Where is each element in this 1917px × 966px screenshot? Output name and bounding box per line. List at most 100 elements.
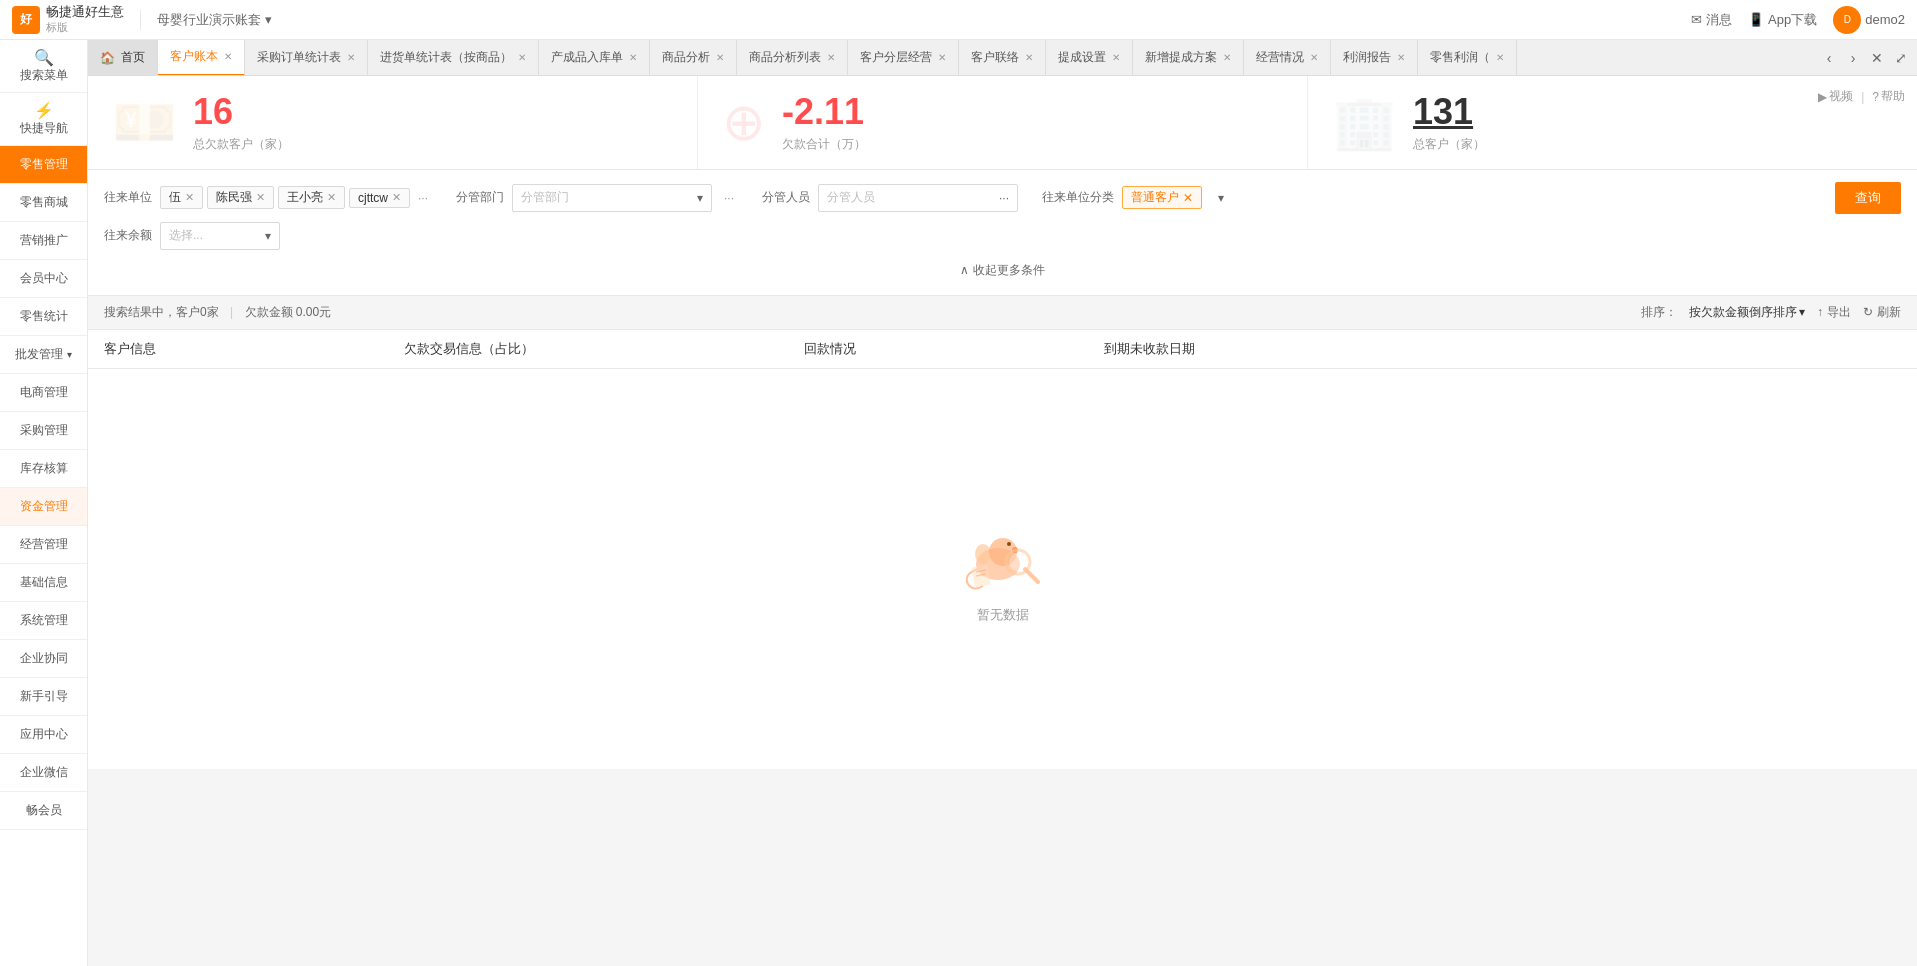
- sidebar-item-label: 应用中心: [4, 726, 83, 743]
- tab-label: 产成品入库单: [551, 49, 623, 66]
- user-menu[interactable]: D demo2: [1833, 6, 1905, 34]
- filter-tag-close-cjttcw[interactable]: ✕: [392, 191, 401, 204]
- tab-close-icon[interactable]: ✕: [1223, 52, 1231, 63]
- tab-close-icon[interactable]: ✕: [518, 52, 526, 63]
- play-icon: ▶: [1818, 90, 1827, 104]
- sidebar-item-system[interactable]: 系统管理: [0, 602, 87, 640]
- sidebar-search-menu[interactable]: 🔍 搜索菜单: [0, 40, 87, 93]
- tab-expand-btn[interactable]: ⤢: [1891, 48, 1911, 68]
- sidebar-item-basic-info[interactable]: 基础信息: [0, 564, 87, 602]
- filter-tag-close-wu[interactable]: ✕: [185, 191, 194, 204]
- tab-close-icon[interactable]: ✕: [938, 52, 946, 63]
- dept-more-btn[interactable]: ···: [720, 189, 738, 207]
- tab-new-commission[interactable]: 新增提成方案 ✕: [1133, 40, 1244, 76]
- stat-body-debt: -2.11 欠款合计（万）: [782, 92, 866, 153]
- results-summary: 搜索结果中，客户0家 | 欠款金额 0.00元: [104, 304, 331, 321]
- sidebar-item-operations[interactable]: 经营管理: [0, 526, 87, 564]
- tab-commission-settings[interactable]: 提成设置 ✕: [1046, 40, 1133, 76]
- sidebar-item-enterprise-wechat[interactable]: 企业微信: [0, 754, 87, 792]
- tab-purchase-stats-by-product[interactable]: 进货单统计表（按商品） ✕: [368, 40, 539, 76]
- tab-close-icon[interactable]: ✕: [224, 51, 232, 62]
- stat-icon-building: 🏢: [1332, 96, 1397, 148]
- help-label: 帮助: [1881, 88, 1905, 105]
- message-btn[interactable]: ✉ 消息: [1691, 11, 1732, 29]
- sidebar-item-label: 资金管理: [4, 498, 83, 515]
- tab-customer-layered[interactable]: 客户分层经营 ✕: [848, 40, 959, 76]
- tab-scroll-right-btn[interactable]: ›: [1843, 48, 1863, 68]
- filter-area: 往来单位 伍 ✕ 陈民强 ✕ 王小亮 ✕: [88, 170, 1917, 296]
- tab-close-icon[interactable]: ✕: [1025, 52, 1033, 63]
- tab-label: 利润报告: [1343, 49, 1391, 66]
- tab-close-icon[interactable]: ✕: [716, 52, 724, 63]
- sort-select[interactable]: 按欠款金额倒序排序 ▾: [1689, 304, 1805, 321]
- logo-name: 畅捷通好生意: [46, 4, 124, 20]
- sidebar-item-app-center[interactable]: 应用中心: [0, 716, 87, 754]
- tab-scroll-left-btn[interactable]: ‹: [1819, 48, 1839, 68]
- tab-close-icon[interactable]: ✕: [827, 52, 835, 63]
- tab-close-icon[interactable]: ✕: [1112, 52, 1120, 63]
- tab-business-overview[interactable]: 经营情况 ✕: [1244, 40, 1331, 76]
- empty-text: 暂无数据: [977, 606, 1029, 624]
- filter-balance-label: 往来余额: [104, 227, 152, 244]
- stats-row: 💴 16 总欠款客户（家） ⊕ -2.11 欠款合计（万）: [88, 76, 1917, 170]
- tab-close-icon[interactable]: ✕: [1496, 52, 1504, 63]
- refresh-btn[interactable]: ↻ 刷新: [1863, 304, 1901, 321]
- tab-label: 客户分层经营: [860, 49, 932, 66]
- export-btn[interactable]: ↑ 导出: [1817, 304, 1851, 321]
- tab-product-analysis[interactable]: 商品分析 ✕: [650, 40, 737, 76]
- sidebar-item-marketing[interactable]: 营销推广: [0, 222, 87, 260]
- sidebar-item-member-center[interactable]: 会员中心: [0, 260, 87, 298]
- sidebar-item-retail-mall[interactable]: 零售商城: [0, 184, 87, 222]
- filter-tag-close-wang[interactable]: ✕: [327, 191, 336, 204]
- sidebar-item-wholesale[interactable]: 批发管理 ▾: [0, 336, 87, 374]
- app-download-btn[interactable]: 📱 App下载: [1748, 11, 1817, 29]
- logo-area: 好 畅捷通好生意 标版: [12, 4, 124, 35]
- refresh-label: 刷新: [1877, 304, 1901, 321]
- tab-customer-contact[interactable]: 客户联络 ✕: [959, 40, 1046, 76]
- tab-home[interactable]: 🏠 首页: [88, 40, 158, 76]
- tab-retail-profit[interactable]: 零售利润（ ✕: [1418, 40, 1517, 76]
- video-btn[interactable]: ▶ 视频: [1818, 88, 1853, 105]
- stat-body-debtors: 16 总欠款客户（家）: [193, 92, 289, 153]
- category-tag-close[interactable]: ✕: [1183, 191, 1193, 205]
- tab-profit-report[interactable]: 利润报告 ✕: [1331, 40, 1418, 76]
- query-button[interactable]: 查询: [1835, 182, 1901, 214]
- filter-person-select[interactable]: 分管人员 ···: [818, 184, 1018, 212]
- tab-customer-ledger[interactable]: 客户账本 ✕: [158, 40, 245, 76]
- sidebar-item-inventory[interactable]: 库存核算: [0, 450, 87, 488]
- sidebar-item-label: 营销推广: [4, 232, 83, 249]
- collapse-btn[interactable]: ∧ 收起更多条件: [104, 258, 1901, 283]
- sidebar-item-retail-stats[interactable]: 零售统计: [0, 298, 87, 336]
- col-customer-info: 客户信息: [104, 340, 404, 358]
- tab-close-icon[interactable]: ✕: [347, 52, 355, 63]
- filter-tag-value: 陈民强: [216, 189, 252, 206]
- sidebar-item-chang-member[interactable]: 畅会员: [0, 792, 87, 830]
- sidebar-item-ecommerce[interactable]: 电商管理: [0, 374, 87, 412]
- help-btn[interactable]: ? 帮助: [1872, 88, 1905, 105]
- logo-text-block: 畅捷通好生意 标版: [46, 4, 124, 35]
- more-tags-btn[interactable]: ···: [414, 189, 432, 207]
- sidebar-item-purchase[interactable]: 采购管理: [0, 412, 87, 450]
- sidebar-item-finance[interactable]: 资金管理: [0, 488, 87, 526]
- stat-label-debtors: 总欠款客户（家）: [193, 136, 289, 153]
- sidebar-quick-nav[interactable]: ⚡ 快捷导航: [0, 93, 87, 146]
- refresh-icon: ↻: [1863, 305, 1873, 319]
- industry-selector[interactable]: 母婴行业演示账套 ▾: [157, 11, 272, 29]
- filter-balance-select[interactable]: 选择... ▾: [160, 222, 280, 250]
- tab-close-icon[interactable]: ✕: [1310, 52, 1318, 63]
- filter-tag-close-chen[interactable]: ✕: [256, 191, 265, 204]
- tab-close-all-btn[interactable]: ✕: [1867, 48, 1887, 68]
- tab-close-icon[interactable]: ✕: [1397, 52, 1405, 63]
- svg-point-1: [975, 544, 991, 564]
- filter-category-dropdown[interactable]: ▾: [1210, 184, 1290, 212]
- sidebar-item-enterprise-collab[interactable]: 企业协同: [0, 640, 87, 678]
- sidebar-item-retail-management[interactable]: 零售管理: [0, 146, 87, 184]
- filter-dept-select[interactable]: 分管部门 ▾: [512, 184, 712, 212]
- divider: [140, 10, 141, 30]
- sidebar-item-newbie-guide[interactable]: 新手引导: [0, 678, 87, 716]
- tab-label: 提成设置: [1058, 49, 1106, 66]
- tab-product-analysis-list[interactable]: 商品分析列表 ✕: [737, 40, 848, 76]
- tab-purchase-order-stats[interactable]: 采购订单统计表 ✕: [245, 40, 368, 76]
- tab-finished-goods[interactable]: 产成品入库单 ✕: [539, 40, 650, 76]
- tab-close-icon[interactable]: ✕: [629, 52, 637, 63]
